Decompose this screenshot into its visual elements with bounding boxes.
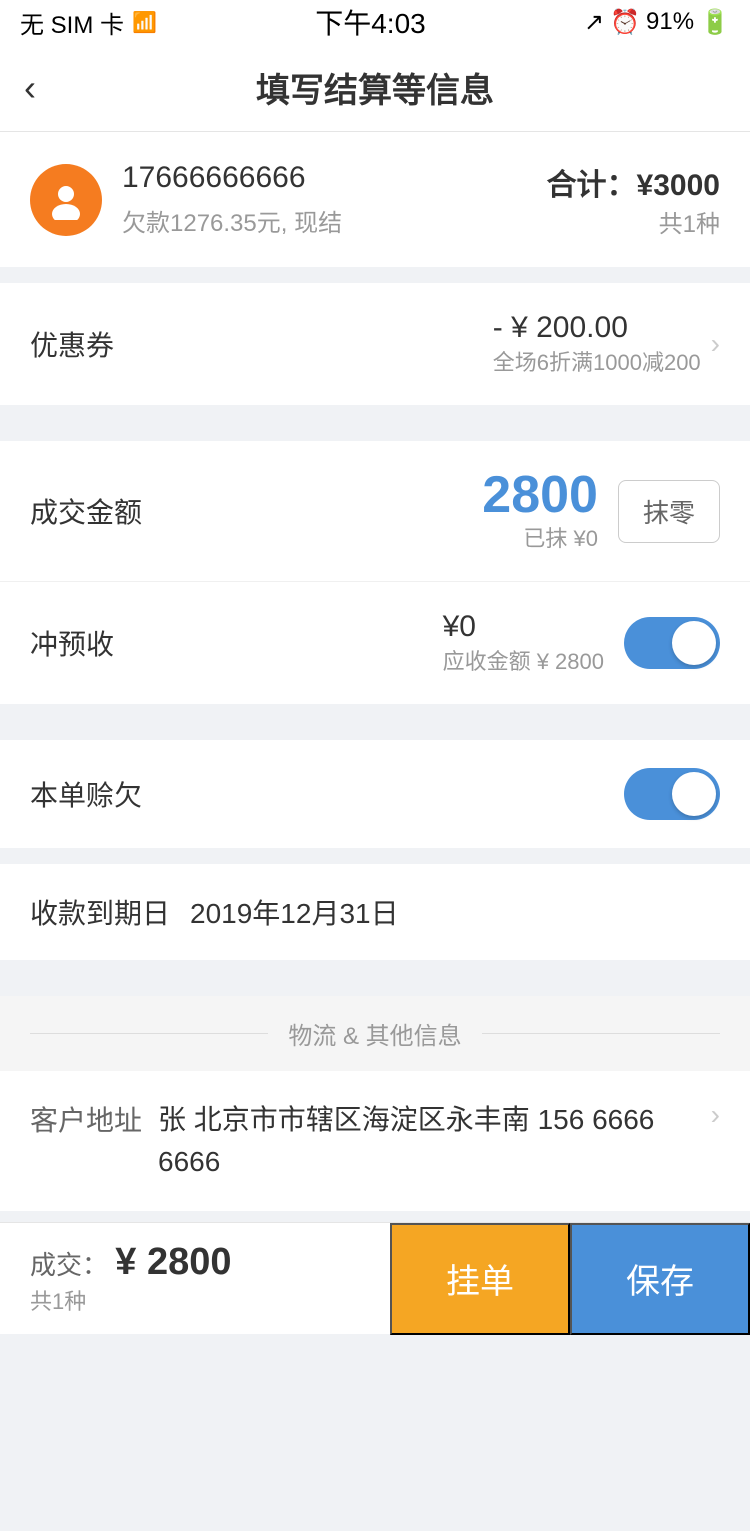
time-display: 下午4:03 — [315, 2, 426, 42]
coupon-right: - ¥ 200.00 全场6折满1000减200 › — [493, 311, 720, 377]
customer-info: 17666666666 欠款1276.35元, 现结 — [122, 161, 342, 238]
customer-card: 17666666666 欠款1276.35元, 现结 合计：¥3000 共1种 — [0, 132, 750, 267]
total-count: 共1种 — [547, 204, 720, 239]
prepay-value: ¥0 — [443, 610, 476, 643]
status-right: ↗ ⏰ 91% 🔋 — [584, 8, 730, 37]
address-row[interactable]: 客户地址 张 北京市市辖区海淀区永丰南 156 6666 6666 › — [0, 1071, 750, 1211]
back-button[interactable]: ‹ — [24, 67, 36, 109]
battery-icon: 🔋 — [700, 8, 730, 37]
status-left: 无 SIM 卡 📶 — [20, 5, 157, 40]
deal-label: 成交： ¥ 2800 — [30, 1250, 231, 1280]
hold-button[interactable]: 挂单 — [390, 1223, 570, 1335]
erased-label: 已抹 ¥0 — [482, 521, 598, 553]
nav-bar: ‹ 填写结算等信息 — [0, 44, 750, 132]
debt-label: 本单赊欠 — [30, 774, 142, 814]
bottom-count: 共1种 — [30, 1284, 360, 1316]
coupon-row[interactable]: 优惠券 - ¥ 200.00 全场6折满1000减200 › — [0, 283, 750, 405]
duedate-value: 2019年12月31日 — [190, 892, 399, 932]
bottom-amount: ¥ 2800 — [115, 1241, 231, 1283]
prepay-receivable: 应收金额 ¥ 2800 — [443, 644, 604, 676]
transaction-label: 成交金额 — [30, 491, 142, 531]
wifi-icon: 📶 — [132, 10, 157, 35]
prepay-label: 冲预收 — [30, 623, 114, 663]
logistics-divider: 物流 & 其他信息 — [0, 996, 750, 1071]
divider-line-right — [482, 1033, 720, 1034]
status-bar: 无 SIM 卡 📶 下午4:03 ↗ ⏰ 91% 🔋 — [0, 0, 750, 44]
debt-toggle[interactable] — [624, 768, 720, 820]
coupon-discount: - ¥ 200.00 — [493, 311, 628, 344]
section-divider-2 — [0, 720, 750, 740]
customer-right: 合计：¥3000 共1种 — [547, 160, 720, 239]
debt-row: 本单赊欠 — [0, 740, 750, 848]
logistics-label: 物流 & 其他信息 — [288, 1016, 461, 1051]
carrier-text: 无 SIM 卡 — [20, 5, 124, 40]
amount-row: 成交金额 2800 已抹 ¥0 抹零 — [0, 441, 750, 582]
customer-phone: 17666666666 — [122, 161, 342, 195]
save-button[interactable]: 保存 — [570, 1223, 750, 1335]
coupon-label: 优惠券 — [30, 324, 114, 364]
bottom-bar: 成交： ¥ 2800 共1种 挂单 保存 — [0, 1222, 750, 1334]
alarm-icon: ⏰ — [610, 8, 640, 37]
erase-button[interactable]: 抹零 — [618, 480, 720, 543]
amount-right: 2800 已抹 ¥0 抹零 — [482, 469, 720, 553]
customer-left: 17666666666 欠款1276.35元, 现结 — [30, 161, 342, 238]
coupon-desc: 全场6折满1000减200 — [493, 345, 701, 377]
chevron-right-icon: › — [711, 328, 720, 360]
address-label: 客户地址 — [30, 1099, 142, 1139]
address-chevron-icon: › — [711, 1099, 720, 1131]
address-value: 张 北京市市辖区海淀区永丰南 156 6666 6666 — [158, 1099, 695, 1183]
battery-text: 91% — [646, 8, 694, 36]
transaction-amount: 2800 — [482, 466, 598, 524]
section-divider-1 — [0, 421, 750, 441]
total-amount: 合计：¥3000 — [547, 160, 720, 204]
section-divider-3 — [0, 976, 750, 996]
page-title: 填写结算等信息 — [256, 63, 494, 112]
customer-debt: 欠款1276.35元, 现结 — [122, 203, 342, 238]
prepay-toggle[interactable] — [624, 617, 720, 669]
bottom-summary: 成交： ¥ 2800 共1种 — [0, 1241, 390, 1316]
duedate-row: 收款到期日 2019年12月31日 — [0, 864, 750, 960]
prepay-row: 冲预收 ¥0 应收金额 ¥ 2800 — [0, 582, 750, 704]
location-icon: ↗ — [584, 8, 604, 37]
prepay-right: ¥0 应收金额 ¥ 2800 — [443, 610, 720, 676]
duedate-label: 收款到期日 — [30, 892, 170, 932]
avatar — [30, 164, 102, 236]
divider-line-left — [30, 1033, 268, 1034]
form-section-1: 成交金额 2800 已抹 ¥0 抹零 冲预收 ¥0 应收金额 ¥ 2800 — [0, 441, 750, 704]
